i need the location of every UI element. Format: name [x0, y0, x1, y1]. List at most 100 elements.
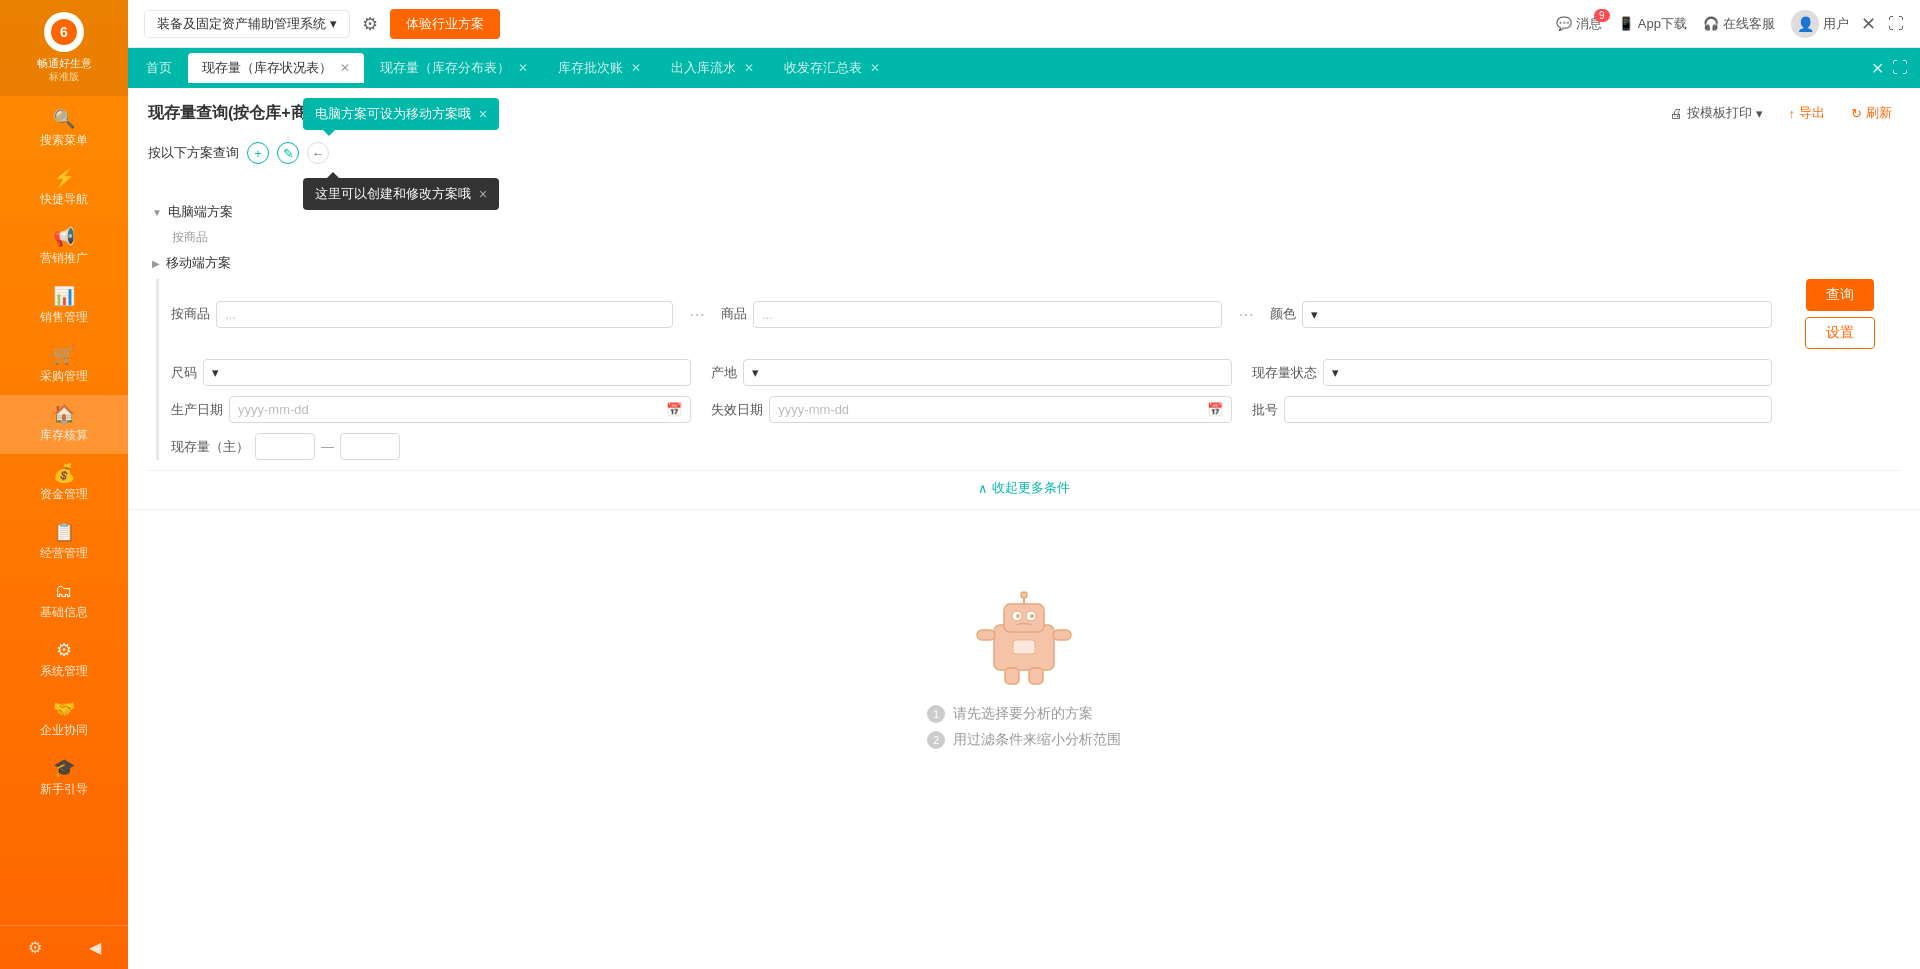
industry-btn[interactable]: 体验行业方案: [390, 9, 500, 39]
empty-illustration: [969, 590, 1079, 693]
search-btn[interactable]: 查询: [1806, 279, 1874, 311]
filter-row-1: 按商品 ... ⋯ 商品 ... ⋯: [171, 279, 1900, 349]
sidebar-item-enterprise[interactable]: 🤝 企业协同: [0, 690, 128, 749]
topbar: 装备及固定资产辅助管理系统 ▾ ⚙ 体验行业方案 💬 消息 9 📱 App下载 …: [128, 0, 1920, 48]
system-title: 装备及固定资产辅助管理系统: [157, 15, 326, 33]
tab-batch-account[interactable]: 库存批次账 ✕: [544, 53, 655, 83]
settings-bottom-btn[interactable]: ⚙: [20, 934, 50, 961]
sidebar-item-system[interactable]: ⚙ 系统管理: [0, 631, 128, 690]
template-print-btn[interactable]: 🖨 按模板打印 ▾: [1662, 100, 1771, 126]
close-topbar-btn[interactable]: ✕: [1861, 13, 1876, 35]
calendar-icon-2: 📅: [1207, 402, 1223, 417]
stockmain-from[interactable]: [255, 433, 315, 460]
template-print-label: 按模板打印: [1687, 104, 1752, 122]
online-support-action[interactable]: 🎧 在线客服: [1703, 15, 1775, 33]
operations-icon: 📋: [53, 523, 75, 541]
avatar: 👤: [1791, 10, 1819, 38]
tab-inout-flow-close[interactable]: ✕: [744, 62, 754, 74]
tooltip1-text: 电脑方案可设为移动方案哦: [315, 105, 471, 123]
svg-rect-11: [1053, 630, 1071, 640]
user-action[interactable]: 👤 用户: [1791, 10, 1849, 38]
sales-icon: 📊: [53, 287, 75, 305]
batch-label: 批号: [1252, 401, 1278, 419]
filter-cell-warehouse: 按商品 ...: [171, 301, 673, 328]
sidebar-item-quicknav[interactable]: ⚡ 快捷导航: [0, 159, 128, 218]
content-area: 现存量查询(按仓库+商品) 🖨 按模板打印 ▾ ↑ 导出 ↻ 刷新: [128, 88, 1920, 969]
sidebar-item-search[interactable]: 🔍 搜索菜单: [0, 100, 128, 159]
refresh-icon: ↻: [1851, 106, 1862, 121]
refresh-label: 刷新: [1866, 104, 1892, 122]
edit-scheme-btn[interactable]: ✎: [277, 142, 299, 164]
tab-inout-flow-label: 出入库流水: [671, 59, 736, 77]
topbar-settings-icon[interactable]: ⚙: [362, 13, 378, 35]
export-label: 导出: [1799, 104, 1825, 122]
producedate-label: 生产日期: [171, 401, 223, 419]
tab-inventory-status[interactable]: 现存量（库存状况表） ✕: [188, 53, 364, 83]
app-download-label: App下载: [1638, 15, 1687, 33]
tab-collect-summary[interactable]: 收发存汇总表 ✕: [770, 53, 894, 83]
search-icon: 🔍: [53, 110, 75, 128]
warehouse-select[interactable]: ...: [216, 301, 673, 328]
scheme-mobile[interactable]: ▶ 移动端方案: [148, 251, 1900, 275]
origin-select[interactable]: ▾: [743, 359, 1231, 386]
svg-rect-10: [977, 630, 995, 640]
tabbar-right: ✕ ⛶: [1871, 59, 1916, 78]
sidebar-item-newguide[interactable]: 🎓 新手引导: [0, 749, 128, 808]
tooltip2-close[interactable]: ×: [479, 186, 487, 202]
tab-batch-account-close[interactable]: ✕: [631, 62, 641, 74]
system-selector[interactable]: 装备及固定资产辅助管理系统 ▾: [144, 10, 350, 38]
main-area: 装备及固定资产辅助管理系统 ▾ ⚙ 体验行业方案 💬 消息 9 📱 App下载 …: [128, 0, 1920, 969]
producedate-input[interactable]: yyyy-mm-dd 📅: [229, 396, 691, 423]
tab-home[interactable]: 首页: [132, 53, 186, 83]
size-select[interactable]: ▾: [203, 359, 691, 386]
tab-inventory-dist[interactable]: 现存量（库存分布表） ✕: [366, 53, 542, 83]
tooltip-popup-2: 这里可以创建和修改方案哦 ×: [303, 178, 499, 210]
basic-icon: 🗂: [55, 582, 73, 600]
tab-inout-flow[interactable]: 出入库流水 ✕: [657, 53, 768, 83]
sidebar-item-operations[interactable]: 📋 经营管理: [0, 513, 128, 572]
headset-icon: 🎧: [1703, 16, 1719, 31]
collapse-sidebar-btn[interactable]: ◀: [81, 934, 109, 961]
enterprise-icon: 🤝: [53, 700, 75, 718]
app-download-action[interactable]: 📱 App下载: [1618, 15, 1687, 33]
calendar-icon-1: 📅: [666, 402, 682, 417]
add-scheme-btn[interactable]: +: [247, 142, 269, 164]
message-action[interactable]: 💬 消息 9: [1556, 15, 1602, 33]
tabbar-close-all-btn[interactable]: ✕: [1871, 59, 1884, 78]
stockmain-label: 现存量（主）: [171, 438, 249, 456]
reset-btn[interactable]: 设置: [1805, 317, 1875, 349]
tabbar-expand-btn[interactable]: ⛶: [1892, 59, 1908, 77]
expand-arrow-pc: ▼: [152, 207, 162, 218]
sidebar-item-inventory[interactable]: 🏠 库存核算: [0, 395, 128, 454]
tab-collect-summary-close[interactable]: ✕: [870, 62, 880, 74]
tab-inventory-status-close[interactable]: ✕: [340, 62, 350, 74]
tab-inventory-dist-close[interactable]: ✕: [518, 62, 528, 74]
goods-select[interactable]: ...: [753, 301, 1223, 328]
quicknav-icon: ⚡: [53, 169, 75, 187]
stockstatus-select[interactable]: ▾: [1323, 359, 1772, 386]
expiredate-placeholder: yyyy-mm-dd: [778, 402, 849, 417]
scheme-mobile-label: 移动端方案: [166, 254, 231, 272]
empty-hint-1: 1 请先选择要分析的方案: [927, 705, 1121, 723]
tooltip1-close[interactable]: ×: [479, 106, 487, 122]
back-scheme-btn[interactable]: ←: [307, 142, 329, 164]
expand-btn[interactable]: ⛶: [1888, 15, 1904, 33]
sidebar-item-sales[interactable]: 📊 销售管理: [0, 277, 128, 336]
collapse-row[interactable]: ∧ 收起更多条件: [148, 470, 1900, 505]
color-select[interactable]: ▾: [1302, 301, 1772, 328]
filter-row-3: 生产日期 yyyy-mm-dd 📅 失效日期 yyyy-mm-dd 📅: [171, 396, 1772, 423]
expiredate-input[interactable]: yyyy-mm-dd 📅: [769, 396, 1231, 423]
refresh-btn[interactable]: ↻ 刷新: [1843, 100, 1900, 126]
sidebar-item-purchase[interactable]: 🛒 采购管理: [0, 336, 128, 395]
goods-placeholder: ...: [762, 307, 773, 322]
sidebar-item-finance[interactable]: 💰 资金管理: [0, 454, 128, 513]
range-sep: —: [321, 439, 334, 454]
filter-cell-stockmain: 现存量（主） —: [171, 433, 691, 460]
sidebar-item-marketing[interactable]: 📢 营销推广: [0, 218, 128, 277]
batch-input[interactable]: [1284, 396, 1772, 423]
stockmain-to[interactable]: [340, 433, 400, 460]
stockstatus-label: 现存量状态: [1252, 364, 1317, 382]
topbar-actions: 💬 消息 9 📱 App下载 🎧 在线客服 👤 用户: [1556, 10, 1849, 38]
export-btn[interactable]: ↑ 导出: [1781, 100, 1834, 126]
sidebar-item-basic[interactable]: 🗂 基础信息: [0, 572, 128, 631]
